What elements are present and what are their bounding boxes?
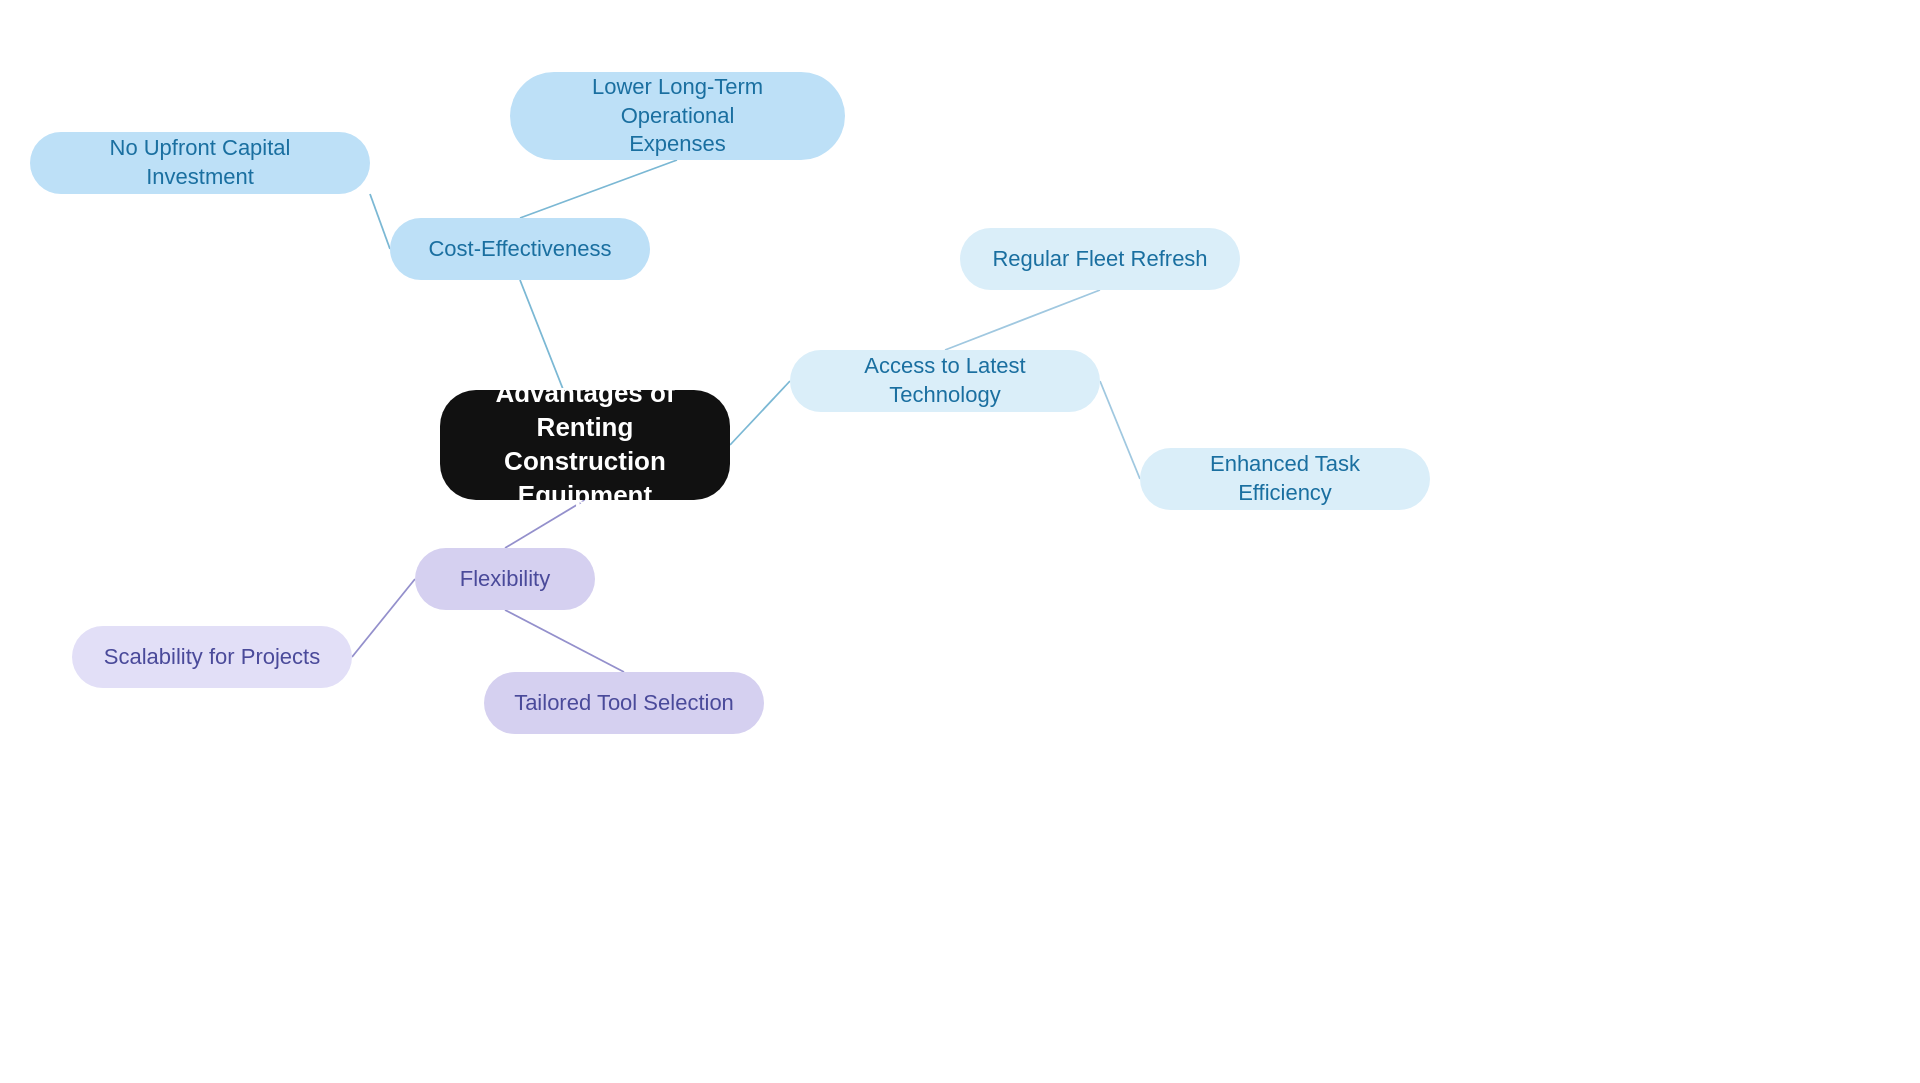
flexibility-node: Flexibility [415,548,595,610]
svg-line-1 [520,160,677,218]
regular-fleet-node: Regular Fleet Refresh [960,228,1240,290]
access-technology-node: Access to Latest Technology [790,350,1100,412]
svg-line-7 [352,579,415,657]
svg-line-3 [730,381,790,445]
svg-line-8 [505,610,624,672]
center-node: Advantages of RentingConstruction Equipm… [440,390,730,500]
enhanced-efficiency-node: Enhanced Task Efficiency [1140,448,1430,510]
scalability-node: Scalability for Projects [72,626,352,688]
svg-line-4 [945,290,1100,350]
lower-operational-node: Lower Long-Term OperationalExpenses [510,72,845,160]
svg-line-5 [1100,381,1140,479]
no-upfront-node: No Upfront Capital Investment [30,132,370,194]
cost-effectiveness-node: Cost-Effectiveness [390,218,650,280]
tailored-tool-node: Tailored Tool Selection [484,672,764,734]
svg-line-2 [370,194,390,249]
